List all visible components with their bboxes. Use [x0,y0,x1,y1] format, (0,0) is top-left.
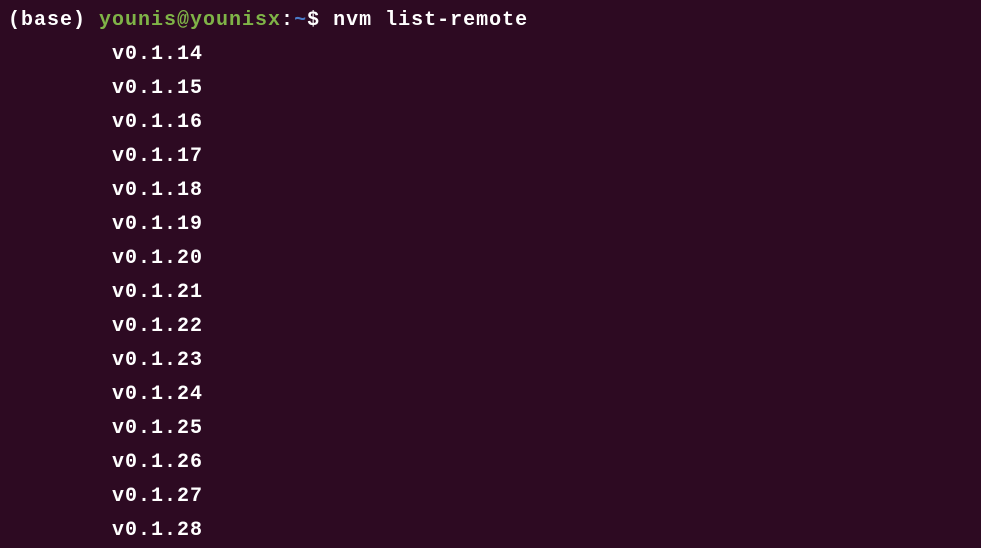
version-line: v0.1.18 [8,174,973,208]
command-input: nvm list-remote [333,9,528,32]
dollar-sign: $ [307,9,333,32]
conda-env: (base) [8,9,99,32]
version-line: v0.1.25 [8,412,973,446]
version-line: v0.1.14 [8,38,973,72]
version-line: v0.1.20 [8,242,973,276]
version-line: v0.1.23 [8,344,973,378]
version-line: v0.1.28 [8,514,973,548]
colon-separator: : [281,9,294,32]
version-line: v0.1.22 [8,310,973,344]
terminal-prompt-line[interactable]: (base) younis@younisx:~$ nvm list-remote [8,4,973,38]
version-line: v0.1.17 [8,140,973,174]
version-line: v0.1.19 [8,208,973,242]
version-line: v0.1.24 [8,378,973,412]
version-line: v0.1.26 [8,446,973,480]
version-line: v0.1.16 [8,106,973,140]
command-output: v0.1.14 v0.1.15 v0.1.16 v0.1.17 v0.1.18 … [8,38,973,548]
current-path: ~ [294,9,307,32]
user-host: younis@younisx [99,9,281,32]
version-line: v0.1.21 [8,276,973,310]
version-line: v0.1.27 [8,480,973,514]
version-line: v0.1.15 [8,72,973,106]
